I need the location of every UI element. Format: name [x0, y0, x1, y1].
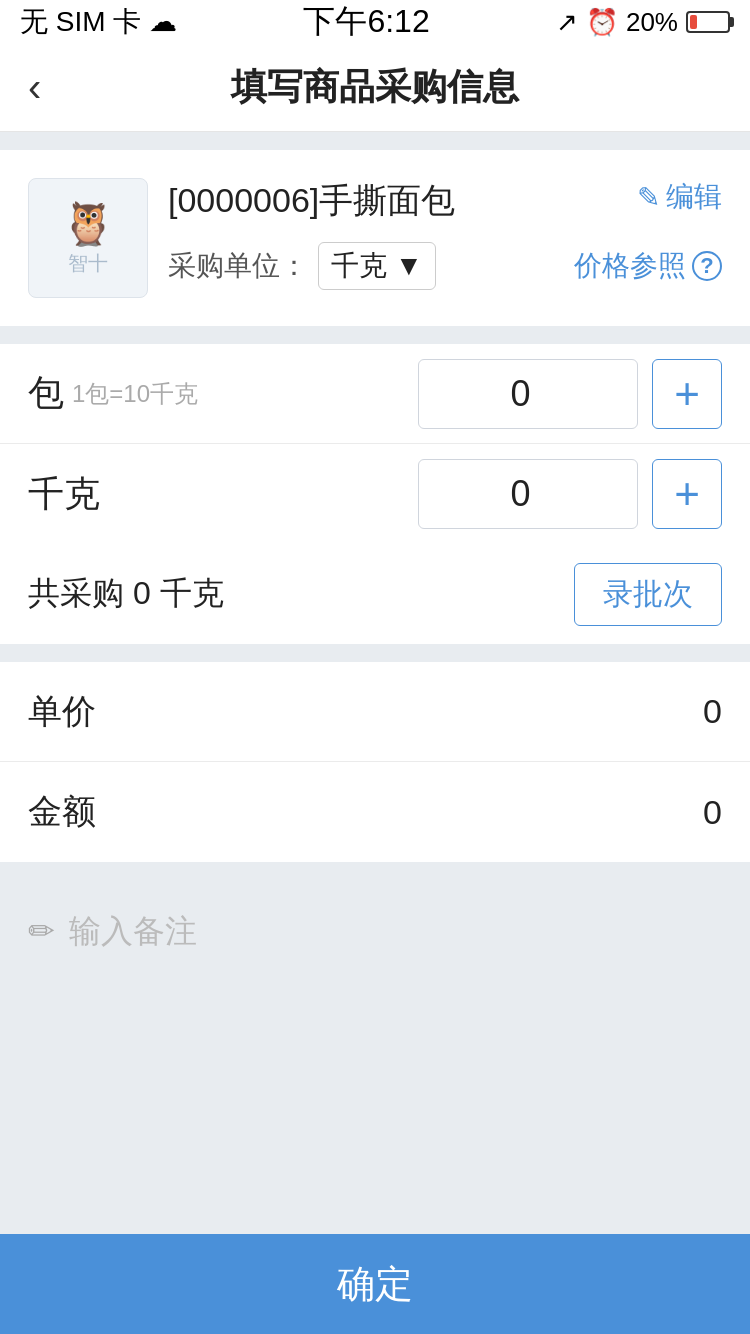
product-thumbnail: 🦉 智十	[28, 178, 148, 298]
edit-icon: ✎	[637, 181, 660, 214]
bag-quantity-input[interactable]	[418, 359, 638, 429]
price-ref-help-icon: ?	[692, 251, 722, 281]
brand-label: 智十	[68, 250, 108, 277]
unit-prefix-label: 采购单位：	[168, 247, 308, 285]
confirm-label: 确定	[337, 1259, 413, 1310]
page-title: 填写商品采购信息	[231, 63, 519, 112]
status-bar: 无 SIM 卡 ☁ 下午6:12 ↗ ⏰ 20%	[0, 0, 750, 44]
edit-button[interactable]: ✎ 编辑	[637, 178, 722, 216]
product-info: [0000006]手撕面包 ✎ 编辑 采购单位： 千克 ▼ 价格参照	[168, 178, 722, 290]
status-right: ↗ ⏰ 20%	[556, 7, 730, 38]
total-text: 共采购 0 千克	[28, 572, 574, 616]
note-section[interactable]: ✏ 输入备注	[0, 880, 750, 1000]
product-header: [0000006]手撕面包 ✎ 编辑	[168, 178, 722, 224]
price-ref-label: 价格参照	[574, 247, 686, 285]
price-section: 单价 0 金额 0	[0, 662, 750, 862]
total-row: 共采购 0 千克 录批次	[0, 544, 750, 644]
kg-plus-button[interactable]: +	[652, 459, 722, 529]
bag-input-row: 包 1包=10千克 +	[0, 344, 750, 444]
location-icon: ↗	[556, 7, 578, 38]
amount-row: 金额 0	[0, 762, 750, 862]
edit-label: 编辑	[666, 178, 722, 216]
section-divider-1	[0, 326, 750, 344]
battery-percent: 20%	[626, 7, 678, 38]
price-reference-button[interactable]: 价格参照 ?	[574, 247, 722, 285]
bag-plus-button[interactable]: +	[652, 359, 722, 429]
status-left: 无 SIM 卡 ☁	[20, 3, 177, 41]
product-card: 🦉 智十 [0000006]手撕面包 ✎ 编辑 采购单位： 千克 ▼	[0, 150, 750, 326]
section-divider-2	[0, 644, 750, 662]
status-time: 下午6:12	[303, 0, 429, 44]
unit-row: 采购单位： 千克 ▼ 价格参照 ?	[168, 242, 722, 290]
unit-price-value: 0	[703, 692, 722, 731]
bag-hint: 1包=10千克	[72, 378, 198, 410]
amount-label: 金额	[28, 789, 703, 835]
section-divider-top	[0, 132, 750, 150]
confirm-button[interactable]: 确定	[0, 1234, 750, 1334]
kg-label: 千克	[28, 470, 100, 519]
battery-icon	[686, 11, 730, 33]
kg-input-row: 千克 +	[0, 444, 750, 544]
section-divider-3	[0, 862, 750, 880]
unit-price-row: 单价 0	[0, 662, 750, 762]
quantity-input-section: 包 1包=10千克 + 千克 +	[0, 344, 750, 544]
unit-select[interactable]: 千克 ▼	[318, 242, 436, 290]
amount-value: 0	[703, 793, 722, 832]
sim-label: 无 SIM 卡 ☁	[20, 3, 177, 41]
batch-record-button[interactable]: 录批次	[574, 563, 722, 626]
kg-quantity-input[interactable]	[418, 459, 638, 529]
dropdown-arrow-icon: ▼	[395, 250, 423, 282]
pencil-icon: ✏	[28, 912, 55, 950]
product-name: [0000006]手撕面包	[168, 178, 625, 224]
unit-value: 千克	[331, 247, 387, 285]
note-placeholder: 输入备注	[69, 910, 197, 954]
bag-label: 包	[28, 369, 64, 418]
alarm-icon: ⏰	[586, 7, 618, 38]
owl-icon: 🦉	[62, 199, 114, 248]
back-button[interactable]: ‹	[28, 65, 41, 110]
unit-price-label: 单价	[28, 689, 703, 735]
nav-bar: ‹ 填写商品采购信息	[0, 44, 750, 132]
